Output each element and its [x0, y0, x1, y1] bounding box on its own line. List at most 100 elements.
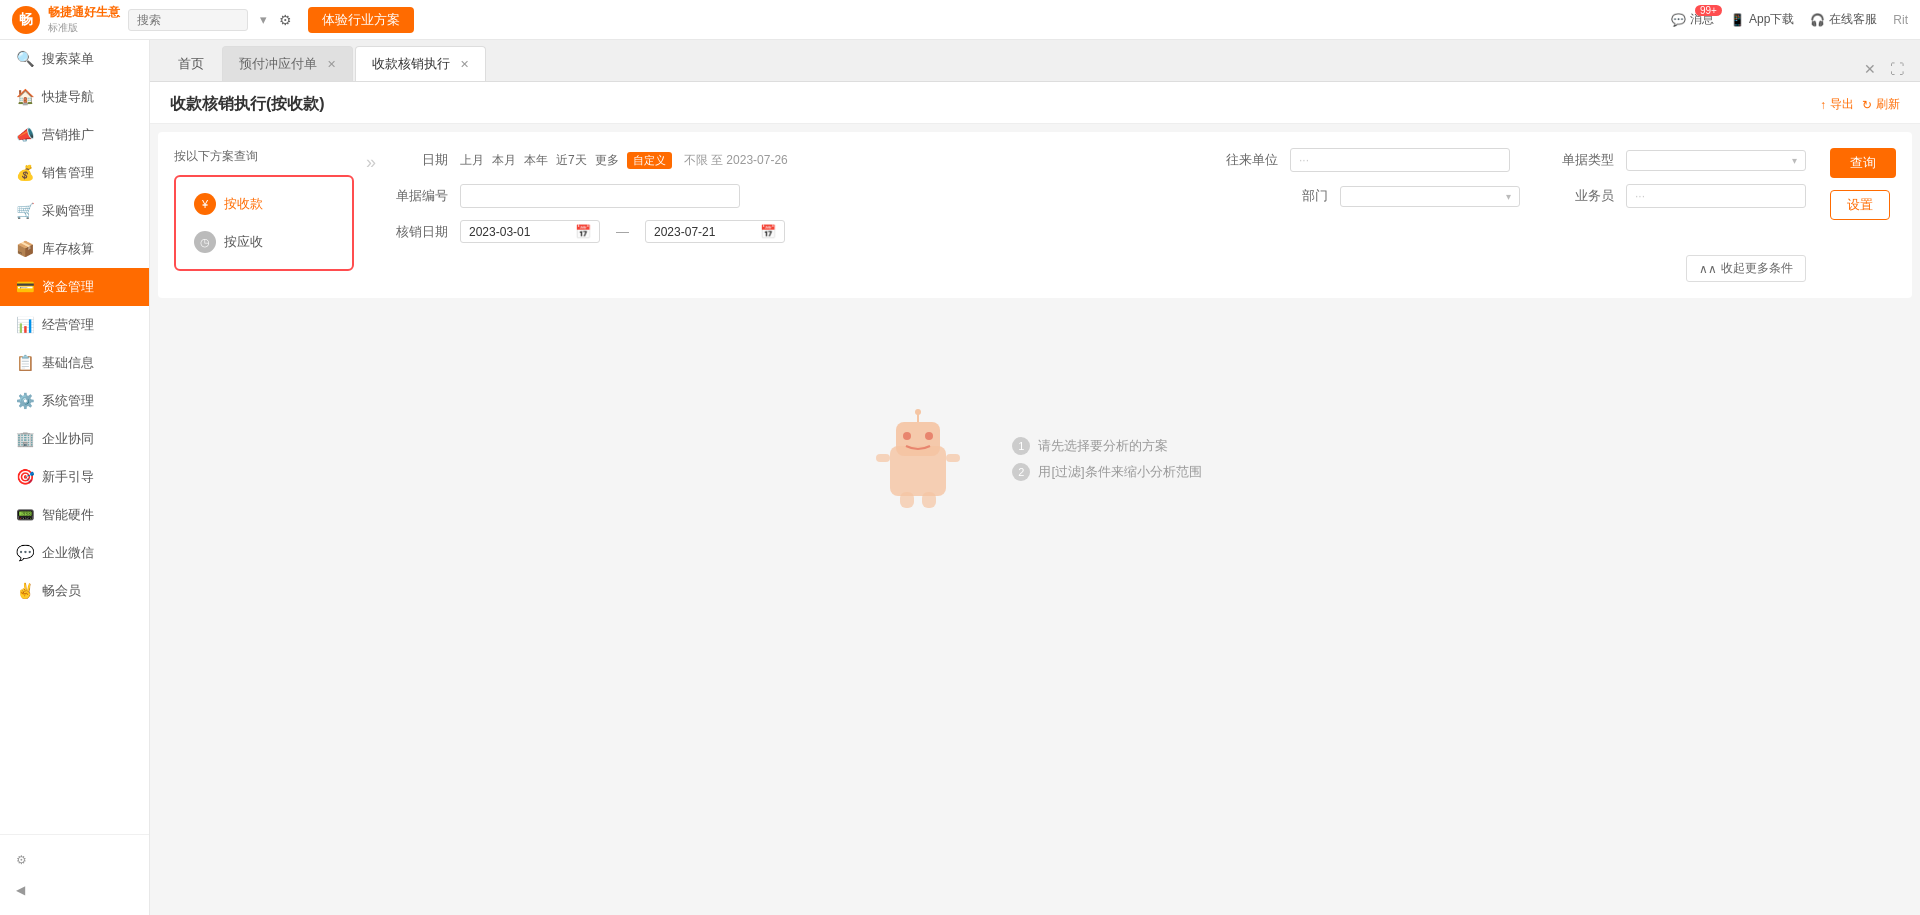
doc-type-label: 单据类型: [1554, 151, 1614, 169]
verify-start-input[interactable]: 2023-03-01 📅: [460, 220, 600, 243]
svg-rect-1: [896, 422, 940, 456]
svg-point-3: [925, 432, 933, 440]
member-icon: ✌️: [16, 582, 34, 600]
verify-end-input[interactable]: 2023-07-21 📅: [645, 220, 785, 243]
filter-row-3: 核销日期 2023-03-01 📅 — 2023-07-21 📅: [388, 220, 1806, 243]
staff-label: 业务员: [1564, 187, 1614, 205]
sidebar-label-finance: 资金管理: [42, 278, 94, 296]
tab-prepay-label: 预付冲应付单: [239, 55, 317, 73]
settings-icon[interactable]: ⚙: [279, 12, 292, 28]
app-download-btn[interactable]: 📱 App下载: [1730, 11, 1794, 28]
sidebar-item-basic-info[interactable]: 📋 基础信息: [0, 344, 149, 382]
sidebar-item-hardware[interactable]: 📟 智能硬件: [0, 496, 149, 534]
date-link-this-month[interactable]: 本月: [492, 152, 516, 169]
calendar-end-icon[interactable]: 📅: [760, 224, 776, 239]
topbar-left: 畅 畅捷通好生意 标准版 ▾ ⚙ 体验行业方案: [12, 4, 414, 35]
tab-prepay-close[interactable]: ✕: [327, 58, 336, 71]
staff-input[interactable]: ···: [1626, 184, 1806, 208]
tab-home-label: 首页: [178, 55, 204, 73]
dropdown-icon[interactable]: ▾: [260, 12, 267, 27]
sidebar-item-sales[interactable]: 💰 销售管理: [0, 154, 149, 192]
building-icon: 🏢: [16, 430, 34, 448]
date-link-more[interactable]: 更多: [595, 152, 619, 169]
sidebar-item-search-menu[interactable]: 🔍 搜索菜单: [0, 40, 149, 78]
sidebar-item-marketing[interactable]: 📣 营销推广: [0, 116, 149, 154]
refresh-btn[interactable]: ↻ 刷新: [1862, 96, 1900, 113]
sidebar-item-guide[interactable]: 🎯 新手引导: [0, 458, 149, 496]
collapse-filter-icon[interactable]: »: [366, 152, 376, 282]
filter-option-receivable[interactable]: ◷ 按应收: [184, 223, 344, 261]
filter-option-receivable-label: 按应收: [224, 233, 263, 251]
svg-rect-9: [922, 492, 936, 508]
page-title: 收款核销执行(按收款): [170, 94, 325, 115]
doc-type-select[interactable]: ▾: [1626, 150, 1806, 171]
sidebar-label-enterprise: 企业协同: [42, 430, 94, 448]
sidebar-label-sales: 销售管理: [42, 164, 94, 182]
svg-rect-6: [876, 454, 890, 462]
empty-illustration: [868, 406, 968, 519]
setting-btn[interactable]: 设置: [1830, 190, 1890, 220]
svg-point-2: [903, 432, 911, 440]
counterpart-input[interactable]: ···: [1290, 148, 1510, 172]
date-dash: —: [616, 224, 629, 239]
sidebar-item-inventory[interactable]: 📦 库存核算: [0, 230, 149, 268]
topbar: 畅 畅捷通好生意 标准版 ▾ ⚙ 体验行业方案 💬 消息 99+ 📱 App下载…: [0, 0, 1920, 40]
sidebar-label-basic-info: 基础信息: [42, 354, 94, 372]
date-link-this-year[interactable]: 本年: [524, 152, 548, 169]
tab-collection-close[interactable]: ✕: [460, 58, 469, 71]
online-service-btn[interactable]: 🎧 在线客服: [1810, 11, 1877, 28]
filter-option-receipt[interactable]: ¥ 按收款: [184, 185, 344, 223]
sidebar-item-system[interactable]: ⚙️ 系统管理: [0, 382, 149, 420]
sidebar-collapse-btn[interactable]: ◀: [0, 875, 149, 905]
svg-rect-8: [900, 492, 914, 508]
sidebar-item-quick-nav[interactable]: 🏠 快捷导航: [0, 78, 149, 116]
receipt-icon: ¥: [194, 193, 216, 215]
tab-home[interactable]: 首页: [162, 47, 220, 81]
sidebar-item-enterprise[interactable]: 🏢 企业协同: [0, 420, 149, 458]
message-btn[interactable]: 💬 消息 99+: [1671, 11, 1714, 28]
filter-option-receipt-label: 按收款: [224, 195, 263, 213]
verify-date-label: 核销日期: [388, 223, 448, 241]
cart-icon: 🛒: [16, 202, 34, 220]
filter-row-1: 日期 上月 本月 本年 近7天 更多 自定义: [388, 148, 1806, 172]
sidebar-item-purchase[interactable]: 🛒 采购管理: [0, 192, 149, 230]
export-btn[interactable]: ↑ 导出: [1820, 96, 1854, 113]
sidebar-item-member[interactable]: ✌️ 畅会员: [0, 572, 149, 610]
sidebar-label-search-menu: 搜索菜单: [42, 50, 94, 68]
user-avatar[interactable]: Rit: [1893, 13, 1908, 27]
doc-num-input[interactable]: [460, 184, 740, 208]
chart-icon: 📊: [16, 316, 34, 334]
dept-select[interactable]: ▾: [1340, 186, 1520, 207]
sidebar-settings-btn[interactable]: ⚙: [0, 845, 149, 875]
sidebar-item-business[interactable]: 📊 经营管理: [0, 306, 149, 344]
sidebar-item-finance[interactable]: 💳 资金管理: [0, 268, 149, 306]
filter-section-title: 按以下方案查询: [174, 148, 354, 165]
date-link-last-month[interactable]: 上月: [460, 152, 484, 169]
empty-hint-1: 1 请先选择要分析的方案: [1012, 437, 1201, 455]
sidebar: 🔍 搜索菜单 🏠 快捷导航 📣 营销推广 💰 销售管理 🛒 采购管理 📦 库存核…: [0, 40, 150, 915]
tab-prepay[interactable]: 预付冲应付单 ✕: [222, 46, 353, 81]
device-icon: 📟: [16, 506, 34, 524]
filter-actions-row: ∧∧ 收起更多条件: [388, 255, 1806, 282]
wechat-icon: 💬: [16, 544, 34, 562]
refresh-icon: ↻: [1862, 98, 1872, 112]
industry-btn[interactable]: 体验行业方案: [308, 7, 414, 33]
sidebar-label-quick-nav: 快捷导航: [42, 88, 94, 106]
home-icon: 🏠: [16, 88, 34, 106]
search-input[interactable]: [128, 9, 248, 31]
tab-close-btn[interactable]: ✕: [1860, 59, 1880, 79]
tab-expand-btn[interactable]: ⛶: [1886, 59, 1908, 79]
empty-content-row: 1 请先选择要分析的方案 2 用[过滤]条件来缩小分析范围: [868, 406, 1201, 519]
date-link-7days[interactable]: 近7天: [556, 152, 587, 169]
collapse-filter-btn[interactable]: ∧∧ 收起更多条件: [1686, 255, 1806, 282]
tabbar-actions: ✕ ⛶: [1860, 59, 1908, 81]
hint-num-2: 2: [1012, 463, 1030, 481]
calendar-start-icon[interactable]: 📅: [575, 224, 591, 239]
sidebar-item-wechat[interactable]: 💬 企业微信: [0, 534, 149, 572]
query-btn[interactable]: 查询: [1830, 148, 1896, 178]
filter-query-col: 查询 设置: [1830, 148, 1896, 282]
date-custom-badge[interactable]: 自定义: [627, 152, 672, 169]
sidebar-label-business: 经营管理: [42, 316, 94, 334]
tab-collection[interactable]: 收款核销执行 ✕: [355, 46, 486, 81]
sidebar-bottom: ⚙ ◀: [0, 834, 149, 915]
